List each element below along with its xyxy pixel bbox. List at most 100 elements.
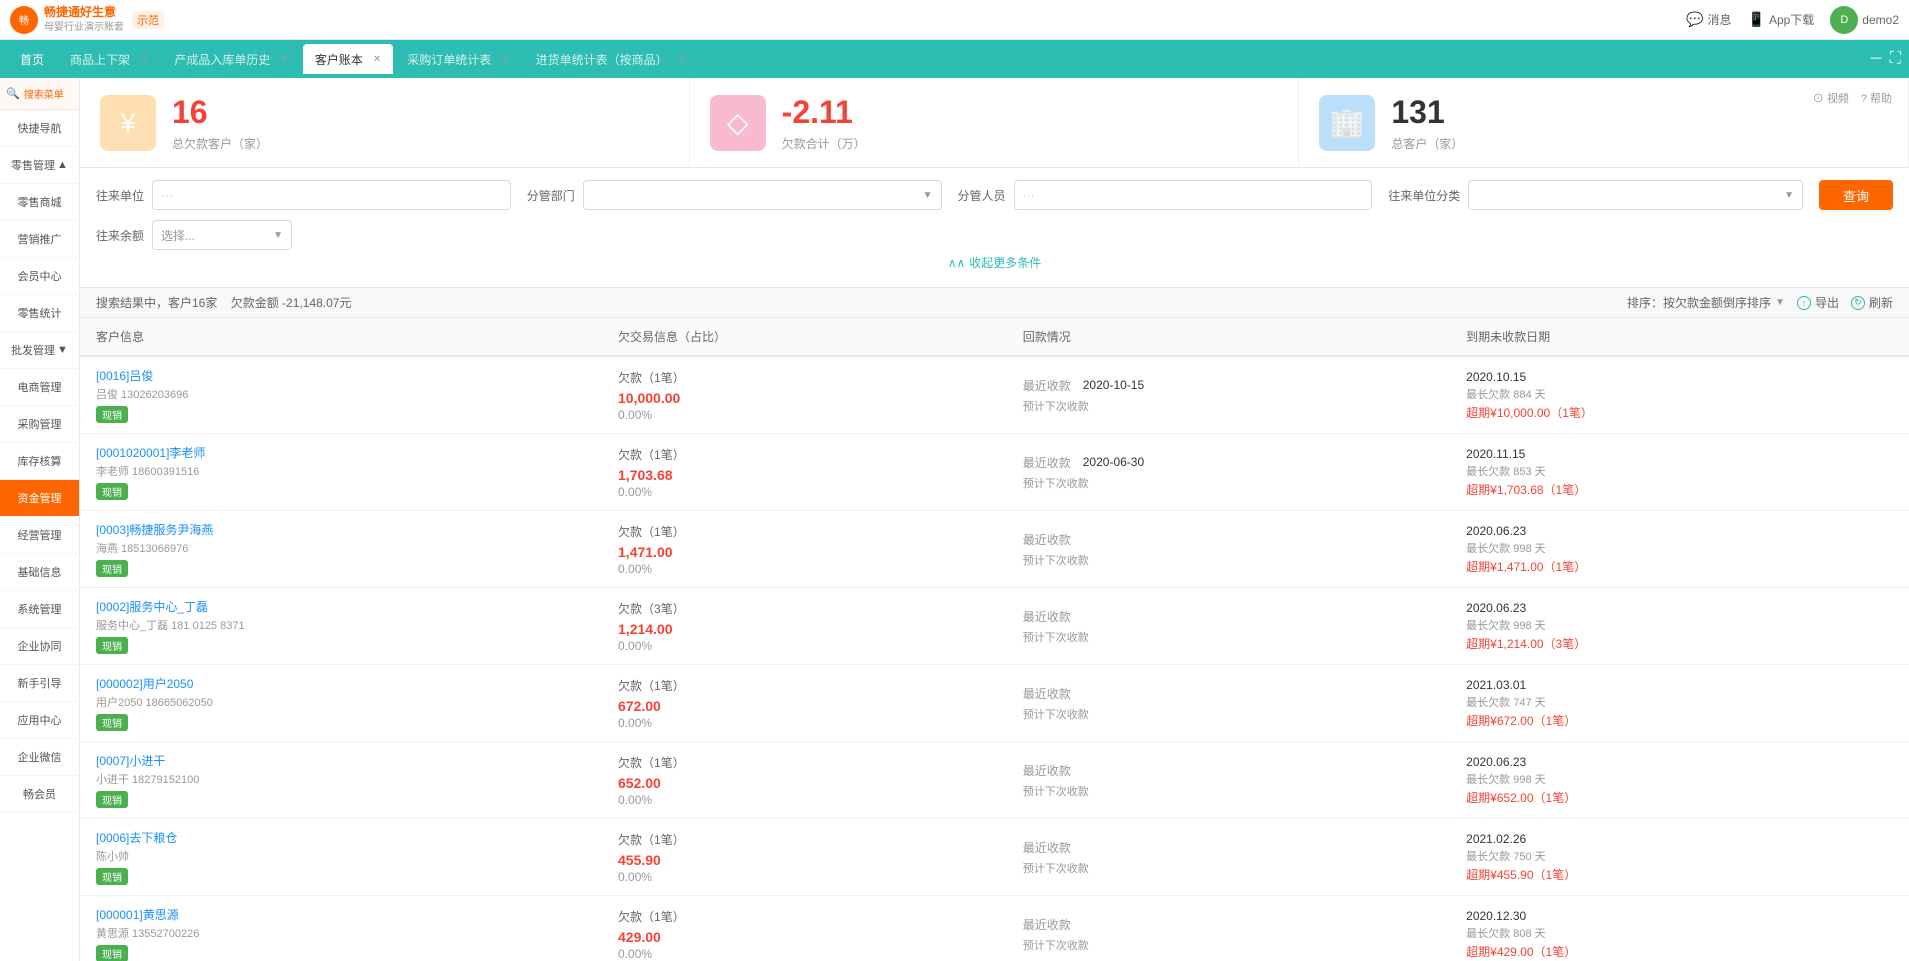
filter-row-1: 往来单位 ··· 分管部门 ▼ 分管人员 bbox=[96, 180, 1893, 210]
recovery-label-2: 最近收款 bbox=[1023, 531, 1071, 548]
sidebar-item-app-center[interactable]: 应用中心 bbox=[0, 702, 79, 739]
overdue-link-3[interactable]: 超期¥1,214.00（3笔） bbox=[1466, 637, 1586, 651]
customer-code-4[interactable]: [000002]用户2050 bbox=[96, 675, 193, 692]
cell-recovery-5: 最近收款 预计下次收款 bbox=[1007, 742, 1450, 819]
sidebar-item-marketing[interactable]: 营销推广 bbox=[0, 221, 79, 258]
customer-code-5[interactable]: [0007]小进干 bbox=[96, 752, 165, 769]
query-button[interactable]: 查询 bbox=[1819, 180, 1893, 210]
overdue-link-4[interactable]: 超期¥672.00（1笔） bbox=[1466, 714, 1576, 728]
debt-amount-5[interactable]: 652.00 bbox=[618, 775, 991, 791]
help-btn[interactable]: ? 帮助 bbox=[1861, 90, 1892, 106]
sidebar-item-retail-mgmt[interactable]: 零售管理 ▲ bbox=[0, 147, 79, 184]
export-icon: ↑ bbox=[1797, 296, 1811, 310]
debt-amount-3[interactable]: 1,214.00 bbox=[618, 621, 991, 637]
sidebar-item-finance-mgmt[interactable]: 资金管理 bbox=[0, 480, 79, 517]
filter-input-person[interactable]: ··· bbox=[1014, 180, 1373, 210]
overdue-link-6[interactable]: 超期¥455.90（1笔） bbox=[1466, 868, 1576, 882]
cell-debt-info-7: 欠款（1笔） 429.00 0.00% bbox=[602, 896, 1007, 961]
close-product-shelf-icon[interactable]: ✕ bbox=[140, 54, 148, 65]
export-btn[interactable]: ↑ 导出 bbox=[1797, 294, 1839, 311]
refresh-btn[interactable]: ↻ 刷新 bbox=[1851, 294, 1893, 311]
app-download-btn[interactable]: 📱 App下载 bbox=[1748, 11, 1815, 28]
message-icon: 💬 bbox=[1686, 11, 1703, 28]
sidebar-search[interactable]: 🔍 搜索菜单 bbox=[0, 78, 79, 110]
filter-select-dept[interactable]: ▼ bbox=[583, 180, 942, 210]
customer-code-6[interactable]: [0006]去下粮仓 bbox=[96, 829, 177, 846]
sidebar-item-retail-mall[interactable]: 零售商城 bbox=[0, 184, 79, 221]
sidebar-item-sys-mgmt[interactable]: 系统管理 bbox=[0, 591, 79, 628]
customer-badge-4: 现销 bbox=[96, 714, 128, 731]
customer-phone-0: 吕俊 13026203696 bbox=[96, 386, 586, 402]
tab-customer-account[interactable]: 客户账本 ✕ bbox=[303, 44, 393, 74]
customer-code-0[interactable]: [0016]吕俊 bbox=[96, 367, 153, 384]
filter-item-dept: 分管部门 ▼ bbox=[527, 180, 942, 210]
tab-purchase-order[interactable]: 采购订单统计表 ✕ bbox=[395, 44, 521, 74]
tab-expand-btn[interactable]: ⛶ bbox=[1890, 50, 1901, 68]
collapse-row[interactable]: ∧∧ 收起更多条件 bbox=[96, 250, 1893, 275]
sidebar-item-ecommerce-mgmt[interactable]: 电商管理 bbox=[0, 369, 79, 406]
recovery-next-5: 预计下次收款 bbox=[1023, 783, 1434, 799]
overdue-date-1: 2020.11.15 bbox=[1466, 447, 1893, 461]
recovery-next-7: 预计下次收款 bbox=[1023, 937, 1434, 953]
building-icon: 🏢 bbox=[1330, 106, 1365, 139]
tab-home[interactable]: 首页 bbox=[8, 44, 56, 74]
tab-product-history[interactable]: 产成品入库单历史 ✕ bbox=[162, 44, 300, 74]
video-btn[interactable]: ⊙ 视频 bbox=[1813, 90, 1849, 106]
overdue-link-5[interactable]: 超期¥652.00（1笔） bbox=[1466, 791, 1576, 805]
tab-purchase-order-label: 采购订单统计表 bbox=[407, 51, 491, 68]
customer-code-1[interactable]: [0001020001]李老师 bbox=[96, 444, 205, 461]
debt-amount-4[interactable]: 672.00 bbox=[618, 698, 991, 714]
message-label: 消息 bbox=[1707, 11, 1731, 28]
close-product-history-icon[interactable]: ✕ bbox=[280, 54, 288, 65]
debt-amount-6[interactable]: 455.90 bbox=[618, 852, 991, 868]
sidebar-item-vip-member[interactable]: 畅会员 bbox=[0, 776, 79, 813]
sidebar-item-member-center[interactable]: 会员中心 bbox=[0, 258, 79, 295]
customer-code-2[interactable]: [0003]畅捷服务尹海燕 bbox=[96, 521, 213, 538]
customer-code-7[interactable]: [000001]黄思源 bbox=[96, 906, 179, 923]
close-stock-summary-icon[interactable]: ✕ bbox=[678, 54, 686, 65]
debt-amount-7[interactable]: 429.00 bbox=[618, 929, 991, 945]
stat-info-3: 131 总客户（家） bbox=[1391, 94, 1463, 152]
filter-select-balance[interactable]: 选择... ▼ bbox=[152, 220, 292, 250]
sidebar-item-basic-info[interactable]: 基础信息 bbox=[0, 554, 79, 591]
cell-debt-info-1: 欠款（1笔） 1,703.68 0.00% bbox=[602, 434, 1007, 511]
tab-stock-summary[interactable]: 进货单统计表（按商品） ✕ bbox=[524, 44, 698, 74]
recovery-next-1: 预计下次收款 bbox=[1023, 475, 1434, 491]
sidebar-item-quick-nav[interactable]: 快捷导航 bbox=[0, 110, 79, 147]
stat-icon-orange: ¥ bbox=[100, 95, 156, 151]
overdue-link-2[interactable]: 超期¥1,471.00（1笔） bbox=[1466, 560, 1586, 574]
refresh-label: 刷新 bbox=[1869, 294, 1893, 311]
app-wrapper: 畅 畅捷通好生意 母婴行业演示账套 示范 💬 消息 📱 App下载 D demo… bbox=[0, 0, 1909, 961]
close-purchase-order-icon[interactable]: ✕ bbox=[501, 54, 509, 65]
user-menu[interactable]: D demo2 bbox=[1830, 6, 1899, 34]
sidebar-item-purchase-mgmt[interactable]: 采购管理 bbox=[0, 406, 79, 443]
sidebar-item-retail-stats[interactable]: 零售统计 bbox=[0, 295, 79, 332]
sidebar-item-stock-check[interactable]: 库存核算 bbox=[0, 443, 79, 480]
recovery-label-3: 最近收款 bbox=[1023, 608, 1071, 625]
debt-pct-1: 0.00% bbox=[618, 485, 991, 499]
close-customer-account-icon[interactable]: ✕ bbox=[373, 54, 381, 65]
sidebar-item-batch-mgmt[interactable]: 批发管理 ▼ bbox=[0, 332, 79, 369]
tab-customer-account-label: 客户账本 bbox=[315, 51, 363, 68]
overdue-link-0[interactable]: 超期¥10,000.00（1笔） bbox=[1466, 406, 1593, 420]
cell-recovery-0: 最近收款 2020-10-15 预计下次收款 bbox=[1007, 356, 1450, 434]
tab-product-shelf[interactable]: 商品上下架 ✕ bbox=[58, 44, 160, 74]
sidebar-item-enterprise-collab[interactable]: 企业协同 bbox=[0, 628, 79, 665]
debt-amount-2[interactable]: 1,471.00 bbox=[618, 544, 991, 560]
message-btn[interactable]: 💬 消息 bbox=[1686, 11, 1731, 28]
sidebar-item-ops-mgmt[interactable]: 经营管理 bbox=[0, 517, 79, 554]
filter-input-unit[interactable]: ··· bbox=[152, 180, 511, 210]
content-area: ¥ 16 总欠款客户（家） ◇ -2.11 欠款合计（万） bbox=[80, 78, 1909, 961]
overdue-link-7[interactable]: 超期¥429.00（1笔） bbox=[1466, 945, 1576, 959]
sidebar-item-enterprise-wechat[interactable]: 企业微信 bbox=[0, 739, 79, 776]
overdue-link-1[interactable]: 超期¥1,703.68（1笔） bbox=[1466, 483, 1586, 497]
cell-debt-info-3: 欠款（3笔） 1,214.00 0.00% bbox=[602, 588, 1007, 665]
sort-chevron[interactable]: ▼ bbox=[1775, 297, 1785, 308]
debt-amount-0[interactable]: 10,000.00 bbox=[618, 390, 991, 406]
debt-amount-1[interactable]: 1,703.68 bbox=[618, 467, 991, 483]
filter-select-unit-class[interactable]: ▼ bbox=[1468, 180, 1803, 210]
customer-code-3[interactable]: [0002]服务中心_丁磊 bbox=[96, 598, 208, 615]
sidebar-item-new-guide[interactable]: 新手引导 bbox=[0, 665, 79, 702]
tab-minimize-btn[interactable]: ─ bbox=[1870, 50, 1881, 68]
debt-pct-7: 0.00% bbox=[618, 947, 991, 961]
